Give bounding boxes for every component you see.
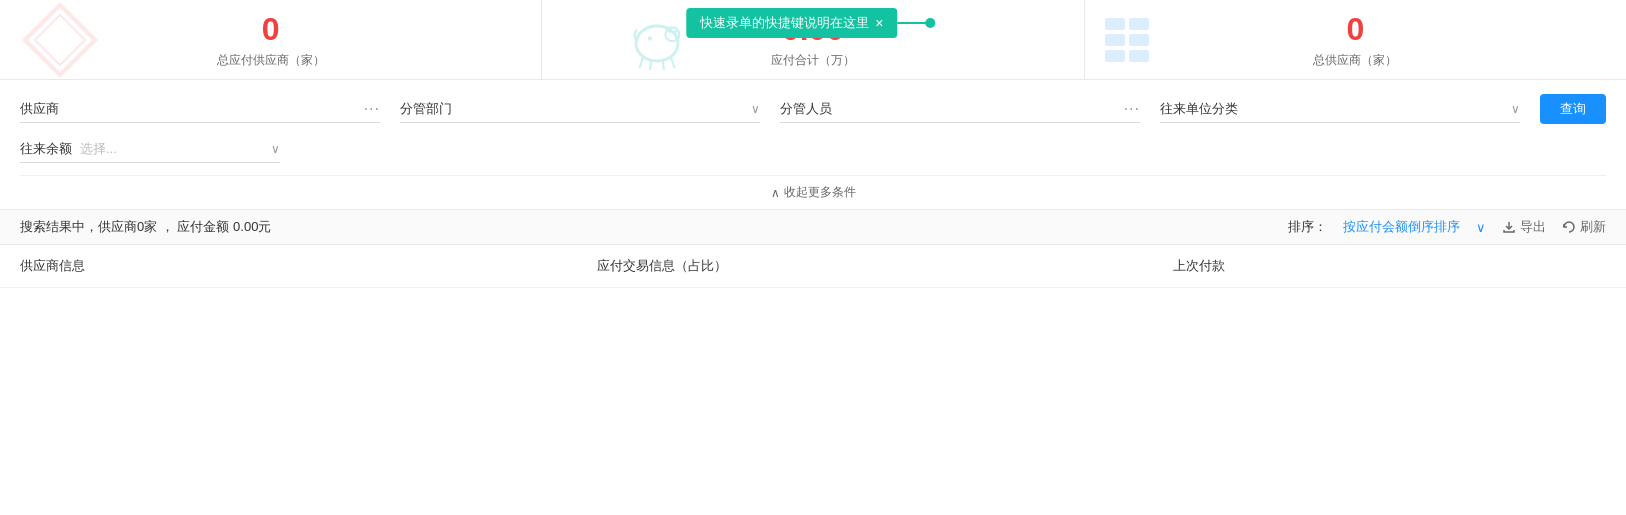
export-label: 导出 [1520, 218, 1546, 236]
svg-point-3 [666, 27, 680, 41]
stat-total-payable-suppliers: 0 总应付供应商（家） [0, 0, 542, 79]
svg-point-10 [673, 30, 677, 33]
col-transaction-header: 应付交易信息（占比） [597, 257, 1174, 275]
stat-total-suppliers: 0 总供应商（家） [1085, 0, 1626, 79]
export-icon [1502, 220, 1516, 234]
svg-point-4 [648, 36, 652, 40]
department-label: 分管部门 [400, 100, 452, 118]
piggy-watermark-icon [622, 5, 692, 75]
refresh-label: 刷新 [1580, 218, 1606, 236]
total-suppliers-label: 总供应商（家） [1313, 52, 1397, 69]
grid-watermark-icon [1105, 18, 1149, 62]
refresh-button[interactable]: 刷新 [1562, 218, 1606, 236]
sort-arrow[interactable]: ∨ [1476, 220, 1486, 235]
table-header: 供应商信息 应付交易信息（占比） 上次付款 [0, 245, 1626, 288]
stat-total-payable-amount: 快速录单的快捷键说明在这里 × 0.00 应付合计（万） [542, 0, 1084, 79]
shortcut-tooltip[interactable]: 快速录单的快捷键说明在这里 × [686, 8, 897, 38]
top-stats-bar: 0 总应付供应商（家） 快速录单的快捷键说明在这里 × 0.00 应付合计（万） [0, 0, 1626, 80]
result-info-area: 搜索结果中，供应商0家 ， 应付金额 0.00元 [20, 218, 271, 236]
manager-dots[interactable]: ··· [1124, 100, 1140, 118]
supplier-label: 供应商 [20, 100, 59, 118]
svg-point-9 [668, 30, 672, 33]
balance-filter[interactable]: 往来余额 选择... ∨ [20, 136, 280, 163]
result-actions: 排序： 按应付会额倒序排序 ∨ 导出 刷新 [1288, 218, 1606, 236]
col-supplier-header: 供应商信息 [20, 257, 597, 275]
query-button[interactable]: 查询 [1540, 94, 1606, 124]
diamond-watermark-icon [20, 0, 100, 80]
result-bar: 搜索结果中，供应商0家 ， 应付金额 0.00元 排序： 按应付会额倒序排序 ∨… [0, 210, 1626, 245]
result-info: 搜索结果中，供应商0家 [20, 219, 157, 234]
unit-category-label: 往来单位分类 [1160, 100, 1238, 118]
tooltip-text: 快速录单的快捷键说明在这里 [700, 14, 869, 32]
payable-amount-label: 应付合计（万） [771, 52, 855, 69]
supplier-filter[interactable]: 供应商 ··· [20, 96, 380, 123]
result-separator: ， [161, 219, 174, 234]
manager-filter[interactable]: 分管人员 ··· [780, 96, 1140, 123]
svg-line-8 [671, 57, 675, 68]
svg-line-7 [663, 59, 664, 70]
refresh-icon [1562, 220, 1576, 234]
total-suppliers-number: 0 [1346, 10, 1364, 48]
collapse-bar: ∧ 收起更多条件 [20, 175, 1606, 209]
unit-category-filter[interactable]: 往来单位分类 ∨ [1160, 96, 1520, 123]
table-body [0, 288, 1626, 515]
filter-area: 供应商 ··· 分管部门 ∨ 分管人员 ··· 往来单位分类 [0, 80, 1626, 210]
collapse-icon: ∧ [771, 186, 780, 200]
sort-prefix: 排序： [1288, 218, 1327, 236]
export-button[interactable]: 导出 [1502, 218, 1546, 236]
balance-placeholder: 选择... [80, 140, 117, 158]
sort-value[interactable]: 按应付会额倒序排序 [1343, 218, 1460, 236]
svg-point-2 [636, 26, 678, 61]
collapse-text: 收起更多条件 [784, 184, 856, 201]
balance-label: 往来余额 [20, 140, 72, 158]
filter-row-1: 供应商 ··· 分管部门 ∨ 分管人员 ··· 往来单位分类 [20, 94, 1606, 124]
filter-row-2: 往来余额 选择... ∨ [20, 136, 1606, 163]
result-amount: 应付金额 0.00元 [177, 219, 271, 234]
tooltip-close-button[interactable]: × [875, 16, 883, 30]
supplier-dots[interactable]: ··· [364, 100, 380, 118]
svg-line-6 [650, 59, 651, 70]
department-arrow[interactable]: ∨ [751, 102, 760, 116]
payable-suppliers-label: 总应付供应商（家） [217, 52, 325, 69]
unit-category-arrow[interactable]: ∨ [1511, 102, 1520, 116]
col-lastpay-header: 上次付款 [1173, 257, 1606, 275]
payable-suppliers-number: 0 [262, 10, 280, 48]
balance-arrow[interactable]: ∨ [271, 142, 280, 156]
svg-line-5 [640, 57, 644, 68]
department-filter[interactable]: 分管部门 ∨ [400, 96, 760, 123]
manager-label: 分管人员 [780, 100, 832, 118]
tooltip-dot [925, 18, 935, 28]
collapse-button[interactable]: ∧ 收起更多条件 [771, 184, 856, 201]
